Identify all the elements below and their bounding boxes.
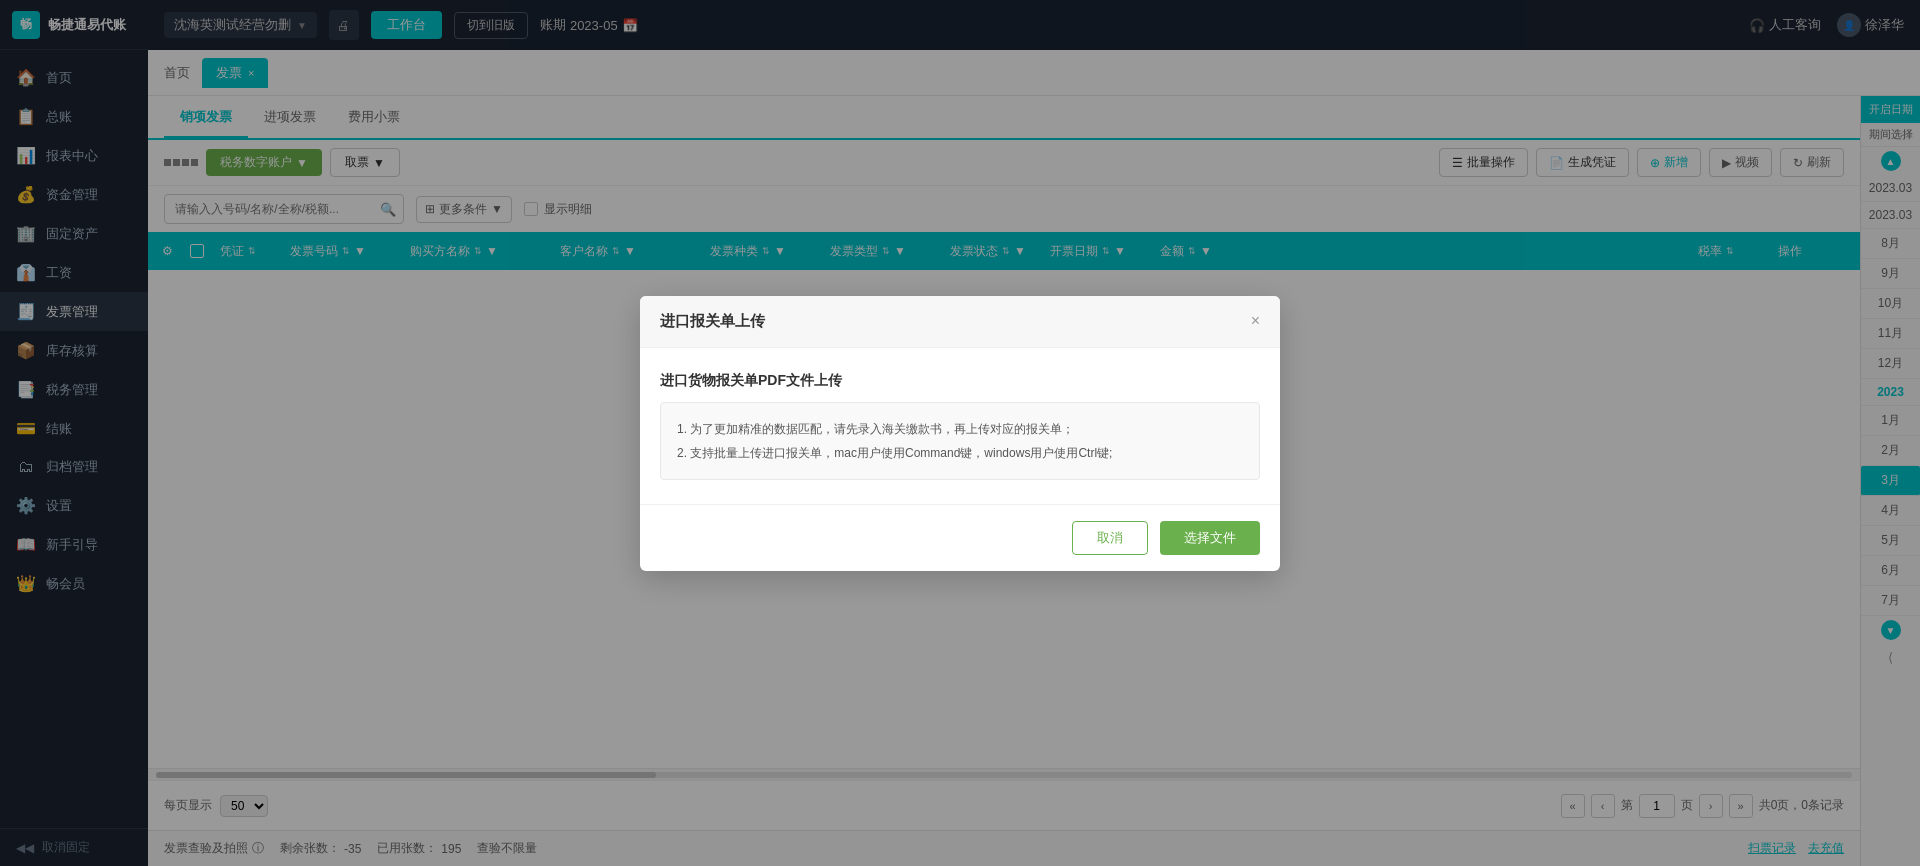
modal-body: 进口货物报关单PDF文件上传 1. 为了更加精准的数据匹配，请先录入海关缴款书，…: [640, 348, 1280, 504]
modal-overlay: 进口报关单上传 × 进口货物报关单PDF文件上传 1. 为了更加精准的数据匹配，…: [0, 0, 1920, 866]
modal-cancel-button[interactable]: 取消: [1072, 521, 1148, 555]
modal-info-text-2: 2. 支持批量上传进口报关单，mac用户使用Command键，windows用户…: [677, 441, 1112, 465]
modal-info-box: 1. 为了更加精准的数据匹配，请先录入海关缴款书，再上传对应的报关单； 2. 支…: [660, 402, 1260, 480]
modal-close-button[interactable]: ×: [1251, 312, 1260, 330]
modal-select-file-button[interactable]: 选择文件: [1160, 521, 1260, 555]
modal-footer: 取消 选择文件: [640, 504, 1280, 571]
import-modal: 进口报关单上传 × 进口货物报关单PDF文件上传 1. 为了更加精准的数据匹配，…: [640, 296, 1280, 571]
modal-info-line-1: 1. 为了更加精准的数据匹配，请先录入海关缴款书，再上传对应的报关单；: [677, 417, 1243, 441]
modal-info-text-1: 1. 为了更加精准的数据匹配，请先录入海关缴款书，再上传对应的报关单；: [677, 417, 1074, 441]
modal-upload-title: 进口货物报关单PDF文件上传: [660, 372, 1260, 390]
modal-info-line-2: 2. 支持批量上传进口报关单，mac用户使用Command键，windows用户…: [677, 441, 1243, 465]
modal-header: 进口报关单上传 ×: [640, 296, 1280, 348]
modal-title: 进口报关单上传: [660, 312, 765, 331]
